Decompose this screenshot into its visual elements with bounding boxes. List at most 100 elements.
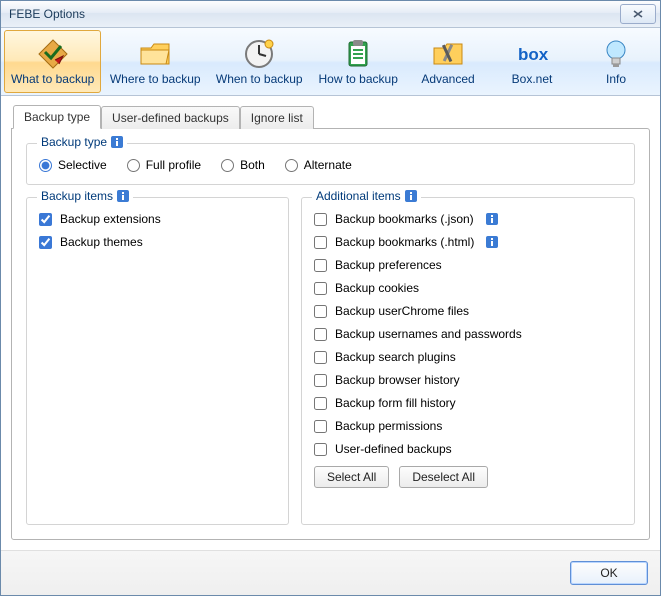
toolbar-label: When to backup xyxy=(216,72,303,86)
toolbar-where-to-backup[interactable]: Where to backup xyxy=(103,30,207,93)
legend-backup-items-text: Backup items xyxy=(41,189,113,203)
radio-label: Selective xyxy=(58,158,107,172)
checkbox-label: Backup preferences xyxy=(335,258,442,272)
columns: Backup items Backup extensionsBackup the… xyxy=(26,197,635,525)
deselect-all-button[interactable]: Deselect All xyxy=(399,466,488,488)
info-icon[interactable] xyxy=(486,213,498,225)
checkbox-input[interactable] xyxy=(39,213,52,226)
toolbar-label: What to backup xyxy=(11,72,94,86)
box-net-icon xyxy=(516,38,548,70)
checkbox-input[interactable] xyxy=(314,397,327,410)
toolbar-label: Info xyxy=(606,72,626,86)
toolbar-when-to-backup[interactable]: When to backup xyxy=(209,30,309,93)
checkbox-input[interactable] xyxy=(314,305,327,318)
legend-backup-type-text: Backup type xyxy=(41,135,107,149)
checkbox-input[interactable] xyxy=(314,420,327,433)
check-backup-browser-history[interactable]: Backup browser history xyxy=(314,373,622,387)
check-backup-preferences[interactable]: Backup preferences xyxy=(314,258,622,272)
info-icon[interactable] xyxy=(486,236,498,248)
radio-both[interactable]: Both xyxy=(221,158,265,172)
radio-input[interactable] xyxy=(39,159,52,172)
check-backup-bookmarks-json-[interactable]: Backup bookmarks (.json) xyxy=(314,212,622,226)
check-backup-form-fill-history[interactable]: Backup form fill history xyxy=(314,396,622,410)
checkbox-label: Backup search plugins xyxy=(335,350,456,364)
check-backup-usernames-and-passwords[interactable]: Backup usernames and passwords xyxy=(314,327,622,341)
checkbox-input[interactable] xyxy=(314,351,327,364)
when-to-backup-icon xyxy=(243,38,275,70)
legend-backup-items: Backup items xyxy=(37,189,133,203)
toolbar-info[interactable]: Info xyxy=(575,30,657,93)
checkbox-input[interactable] xyxy=(314,443,327,456)
check-backup-cookies[interactable]: Backup cookies xyxy=(314,281,622,295)
radio-input[interactable] xyxy=(221,159,234,172)
advanced-icon xyxy=(432,38,464,70)
legend-backup-type: Backup type xyxy=(37,135,127,149)
checkbox-input[interactable] xyxy=(314,374,327,387)
checkbox-label: Backup bookmarks (.json) xyxy=(335,212,474,226)
backup-type-radios: Selective Full profile Both Alternate xyxy=(39,154,622,172)
checkbox-input[interactable] xyxy=(39,236,52,249)
check-backup-search-plugins[interactable]: Backup search plugins xyxy=(314,350,622,364)
what-to-backup-icon xyxy=(37,38,69,70)
legend-additional-items: Additional items xyxy=(312,189,421,203)
ok-button[interactable]: OK xyxy=(570,561,648,585)
tabstrip: Backup typeUser-defined backupsIgnore li… xyxy=(13,104,650,128)
toolbar-what-to-backup[interactable]: What to backup xyxy=(4,30,101,93)
toolbar-label: How to backup xyxy=(318,72,397,86)
tab-user-defined-backups[interactable]: User-defined backups xyxy=(101,106,240,129)
checkbox-label: Backup bookmarks (.html) xyxy=(335,235,474,249)
checkbox-label: Backup cookies xyxy=(335,281,419,295)
checkbox-label: Backup themes xyxy=(60,235,143,249)
checkbox-label: Backup form fill history xyxy=(335,396,456,410)
radio-input[interactable] xyxy=(285,159,298,172)
checkbox-input[interactable] xyxy=(314,236,327,249)
check-backup-bookmarks-html-[interactable]: Backup bookmarks (.html) xyxy=(314,235,622,249)
checkbox-input[interactable] xyxy=(314,259,327,272)
titlebar: FEBE Options xyxy=(1,1,660,28)
radio-label: Alternate xyxy=(304,158,352,172)
checkbox-input[interactable] xyxy=(314,282,327,295)
main-toolbar: What to backup Where to backup When to b… xyxy=(1,28,660,96)
radio-selective[interactable]: Selective xyxy=(39,158,107,172)
toolbar-label: Where to backup xyxy=(110,72,201,86)
checkbox-label: Backup usernames and passwords xyxy=(335,327,522,341)
select-all-button[interactable]: Select All xyxy=(314,466,389,488)
radio-label: Both xyxy=(240,158,265,172)
check-backup-themes[interactable]: Backup themes xyxy=(39,235,276,249)
where-to-backup-icon xyxy=(139,38,171,70)
tabpanel-backup-type: Backup type Selective Full profile Both Alt… xyxy=(11,128,650,540)
radio-input[interactable] xyxy=(127,159,140,172)
radio-alternate[interactable]: Alternate xyxy=(285,158,352,172)
group-backup-items: Backup items Backup extensionsBackup the… xyxy=(26,197,289,525)
radio-full-profile[interactable]: Full profile xyxy=(127,158,201,172)
toolbar-label: Box.net xyxy=(512,72,553,86)
toolbar-how-to-backup[interactable]: How to backup xyxy=(311,30,405,93)
checkbox-label: Backup userChrome files xyxy=(335,304,469,318)
group-additional-items: Additional items Backup bookmarks (.json… xyxy=(301,197,635,525)
info-icon[interactable] xyxy=(111,136,123,148)
additional-items-list: Backup bookmarks (.json) Backup bookmarks… xyxy=(314,208,622,456)
check-backup-userchrome-files[interactable]: Backup userChrome files xyxy=(314,304,622,318)
checkbox-input[interactable] xyxy=(314,328,327,341)
toolbar-advanced[interactable]: Advanced xyxy=(407,30,489,93)
check-backup-extensions[interactable]: Backup extensions xyxy=(39,212,276,226)
window-title: FEBE Options xyxy=(9,7,620,21)
tab-ignore-list[interactable]: Ignore list xyxy=(240,106,314,129)
close-icon xyxy=(632,9,644,19)
info-icon[interactable] xyxy=(405,190,417,202)
content-area: Backup typeUser-defined backupsIgnore li… xyxy=(1,96,660,550)
close-button[interactable] xyxy=(620,4,656,24)
checkbox-label: User-defined backups xyxy=(335,442,452,456)
footer: OK xyxy=(1,550,660,595)
check-user-defined-backups[interactable]: User-defined backups xyxy=(314,442,622,456)
radio-label: Full profile xyxy=(146,158,201,172)
legend-additional-items-text: Additional items xyxy=(316,189,401,203)
toolbar-box-net[interactable]: Box.net xyxy=(491,30,573,93)
tab-backup-type[interactable]: Backup type xyxy=(13,105,101,129)
checkbox-input[interactable] xyxy=(314,213,327,226)
select-buttons-row: Select All Deselect All xyxy=(314,466,622,488)
info-icon xyxy=(600,38,632,70)
toolbar-label: Advanced xyxy=(421,72,474,86)
check-backup-permissions[interactable]: Backup permissions xyxy=(314,419,622,433)
info-icon[interactable] xyxy=(117,190,129,202)
